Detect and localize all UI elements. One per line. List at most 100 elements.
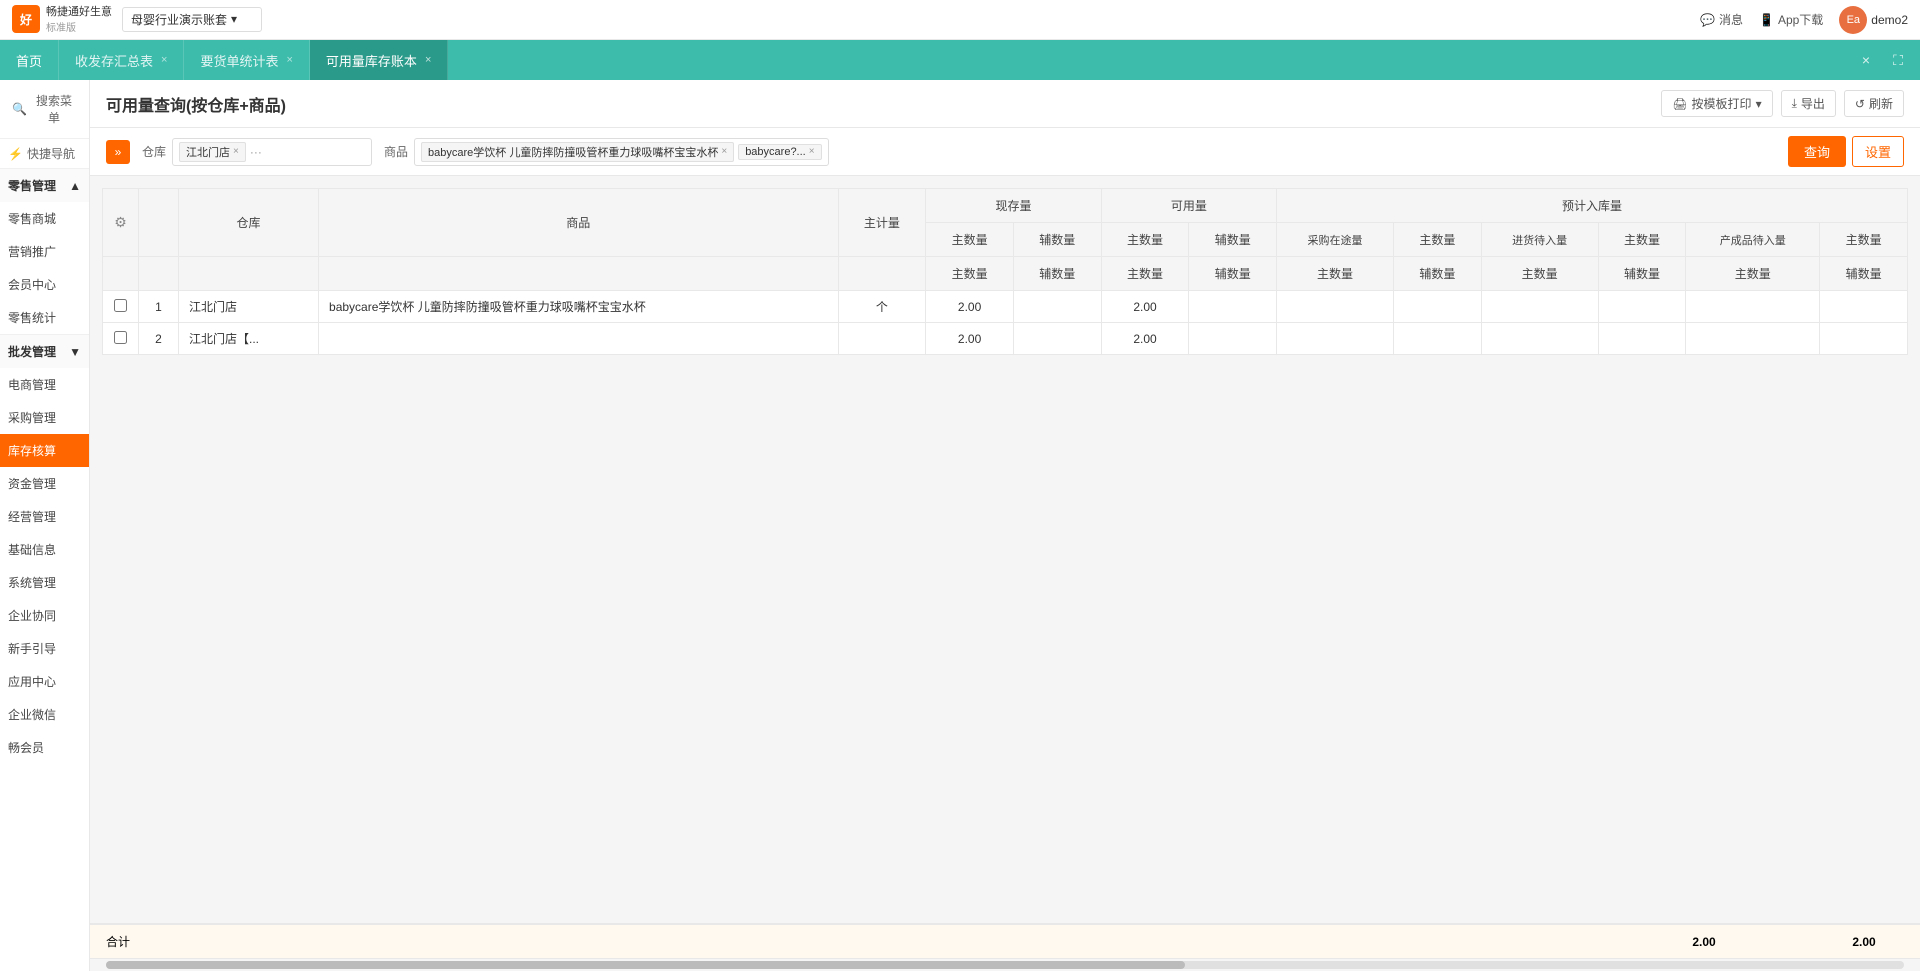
inventory-label: 库存核算	[8, 442, 56, 459]
tab-yaohuo-label: 要货单统计表	[200, 51, 278, 70]
sidebar-item-operations[interactable]: 经营管理	[0, 500, 89, 533]
system-label: 系统管理	[8, 574, 56, 591]
col-sub-settings-placeholder	[103, 257, 139, 291]
product-tag-2-value: babycare?...	[745, 146, 806, 158]
col-sub-num-placeholder	[139, 257, 179, 291]
col-sub-pp-main: 主数量	[1686, 257, 1820, 291]
row-available-main: 2.00	[1101, 323, 1189, 355]
sidebar-item-wholesale[interactable]: 批发管理 ▼	[0, 335, 89, 368]
col-header-num	[139, 189, 179, 257]
product-tag-1-close-icon[interactable]: ×	[721, 146, 727, 157]
warehouse-tag-close-icon[interactable]: ×	[233, 146, 239, 157]
app-download-button[interactable]: 📱 App下载	[1759, 11, 1823, 28]
sidebar-item-enterprise[interactable]: 企业协同	[0, 599, 89, 632]
enterprise-label: 企业协同	[8, 607, 56, 624]
filter-expand-button[interactable]: »	[106, 140, 130, 164]
print-button[interactable]: 🖨 按模板打印 ▾	[1661, 90, 1772, 117]
tab-shoudun[interactable]: 收发存汇总表 ×	[59, 40, 184, 80]
page-header: 可用量查询(按仓库+商品) 🖨 按模板打印 ▾ ⤓ 导出 ↺ 刷新	[90, 80, 1920, 128]
col-header-production-pending-main: 主数量	[1820, 223, 1908, 257]
quick-nav-icon: ⚡	[8, 147, 23, 161]
sidebar-item-newbie[interactable]: 新手引导	[0, 632, 89, 665]
user-profile[interactable]: Ea demo2	[1839, 6, 1908, 34]
col-sub-pp-aux: 辅数量	[1820, 257, 1908, 291]
warehouse-filter-group: 仓库 江北门店 × ···	[142, 138, 372, 166]
nav-tabs-actions: × ⛶	[1852, 46, 1920, 74]
row-checkbox[interactable]	[103, 291, 139, 323]
footer-stock-main: 2.00	[1664, 935, 1744, 949]
sidebar-item-app-center[interactable]: 应用中心	[0, 665, 89, 698]
tab-yaohuo-close-icon[interactable]: ×	[286, 54, 292, 66]
avatar: Ea	[1839, 6, 1867, 34]
row-pp-aux	[1820, 323, 1908, 355]
wholesale-arrow-icon: ▼	[69, 345, 81, 359]
content: 可用量查询(按仓库+商品) 🖨 按模板打印 ▾ ⤓ 导出 ↺ 刷新 »	[90, 80, 1920, 971]
top-bar: 好 畅捷通好生意 标准版 母婴行业演示账套 ▾ 💬 消息 📱 App下载 Ea …	[0, 0, 1920, 40]
tab-shoudun-close-icon[interactable]: ×	[161, 54, 167, 66]
message-button[interactable]: 💬 消息	[1700, 11, 1743, 28]
retail-mall-label: 零售商城	[8, 210, 56, 227]
row-pt-aux	[1393, 291, 1481, 323]
logo-text-area: 畅捷通好生意 标准版	[46, 5, 112, 34]
tab-kuyongliang[interactable]: 可用量库存账本 ×	[310, 40, 448, 80]
row-warehouse: 江北门店【...	[179, 323, 319, 355]
sidebar-item-system[interactable]: 系统管理	[0, 566, 89, 599]
sidebar-item-wechat[interactable]: 企业微信	[0, 698, 89, 731]
sidebar-item-retail-management[interactable]: 零售管理 ▲	[0, 169, 89, 202]
sidebar-item-member[interactable]: 畅会员	[0, 731, 89, 764]
nav-tabs: 首页 收发存汇总表 × 要货单统计表 × 可用量库存账本 × × ⛶	[0, 40, 1920, 80]
quick-nav-button[interactable]: ⚡ 快捷导航	[0, 139, 89, 169]
close-all-tabs-button[interactable]: ×	[1852, 46, 1880, 74]
sidebar-item-member-center[interactable]: 会员中心	[0, 268, 89, 301]
sidebar-item-marketing[interactable]: 营销推广	[0, 235, 89, 268]
sidebar-item-purchase[interactable]: 采购管理	[0, 401, 89, 434]
warehouse-tag-container[interactable]: 江北门店 × ···	[172, 138, 372, 166]
tab-yaohuo[interactable]: 要货单统计表 ×	[184, 40, 309, 80]
app-download-icon: 📱	[1759, 13, 1774, 27]
print-icon: 🖨	[1672, 97, 1687, 111]
top-bar-left: 好 畅捷通好生意 标准版 母婴行业演示账套 ▾	[12, 5, 262, 34]
col-header-settings: ⚙	[103, 189, 139, 257]
org-selector[interactable]: 母婴行业演示账套 ▾	[122, 7, 262, 32]
sidebar-item-ecommerce[interactable]: 电商管理	[0, 368, 89, 401]
product-tag-2: babycare?... ×	[738, 144, 821, 160]
query-button[interactable]: 查询	[1788, 136, 1846, 167]
basic-info-label: 基础信息	[8, 541, 56, 558]
tab-kuyongliang-close-icon[interactable]: ×	[425, 54, 431, 66]
user-name: demo2	[1871, 13, 1908, 27]
sidebar: 🔍 搜索菜单 ⚡ 快捷导航 零售管理 ▲ 零售商城 营销推广 会员中心 零售统计	[0, 80, 90, 971]
operations-label: 经营管理	[8, 508, 56, 525]
row-warehouse: 江北门店	[179, 291, 319, 323]
col-sub-pt-main: 主数量	[1277, 257, 1394, 291]
page-actions: 🖨 按模板打印 ▾ ⤓ 导出 ↺ 刷新	[1661, 90, 1904, 117]
retail-management-label: 零售管理	[8, 177, 56, 194]
page-title: 可用量查询(按仓库+商品)	[106, 92, 286, 116]
sidebar-item-retail-stats[interactable]: 零售统计	[0, 301, 89, 334]
row-ip-main	[1481, 291, 1598, 323]
export-button[interactable]: ⤓ 导出	[1781, 90, 1836, 117]
tab-home[interactable]: 首页	[0, 40, 59, 80]
settings-button[interactable]: 设置	[1852, 136, 1904, 167]
product-tag-2-close-icon[interactable]: ×	[809, 146, 815, 157]
sidebar-item-finance[interactable]: 资金管理	[0, 467, 89, 500]
retail-stats-label: 零售统计	[8, 309, 56, 326]
product-filter-label: 商品	[384, 143, 408, 160]
sidebar-item-inventory[interactable]: 库存核算	[0, 434, 89, 467]
row-checkbox[interactable]	[103, 323, 139, 355]
sidebar-search-area: 🔍 搜索菜单	[0, 80, 89, 139]
refresh-button[interactable]: ↺ 刷新	[1844, 90, 1904, 117]
row-ip-aux	[1598, 291, 1686, 323]
product-tag-container[interactable]: babycare学饮杯 儿童防摔防撞吸管杯重力球吸嘴杯宝宝水杯 × babyca…	[414, 138, 829, 166]
sidebar-item-basic-info[interactable]: 基础信息	[0, 533, 89, 566]
search-menu-button[interactable]: 🔍 搜索菜单	[8, 88, 81, 130]
row-pp-main	[1686, 291, 1820, 323]
sidebar-item-retail-mall[interactable]: 零售商城	[0, 202, 89, 235]
app-download-label: App下载	[1778, 11, 1823, 28]
col-sub-stock-main: 主数量	[926, 257, 1014, 291]
filter-more-icon[interactable]: ···	[250, 145, 262, 159]
member-label: 畅会员	[8, 739, 44, 756]
gear-icon[interactable]: ⚙	[114, 214, 127, 230]
fullscreen-button[interactable]: ⛶	[1884, 46, 1912, 74]
fullscreen-icon: ⛶	[1893, 52, 1903, 69]
message-label: 消息	[1719, 11, 1743, 28]
